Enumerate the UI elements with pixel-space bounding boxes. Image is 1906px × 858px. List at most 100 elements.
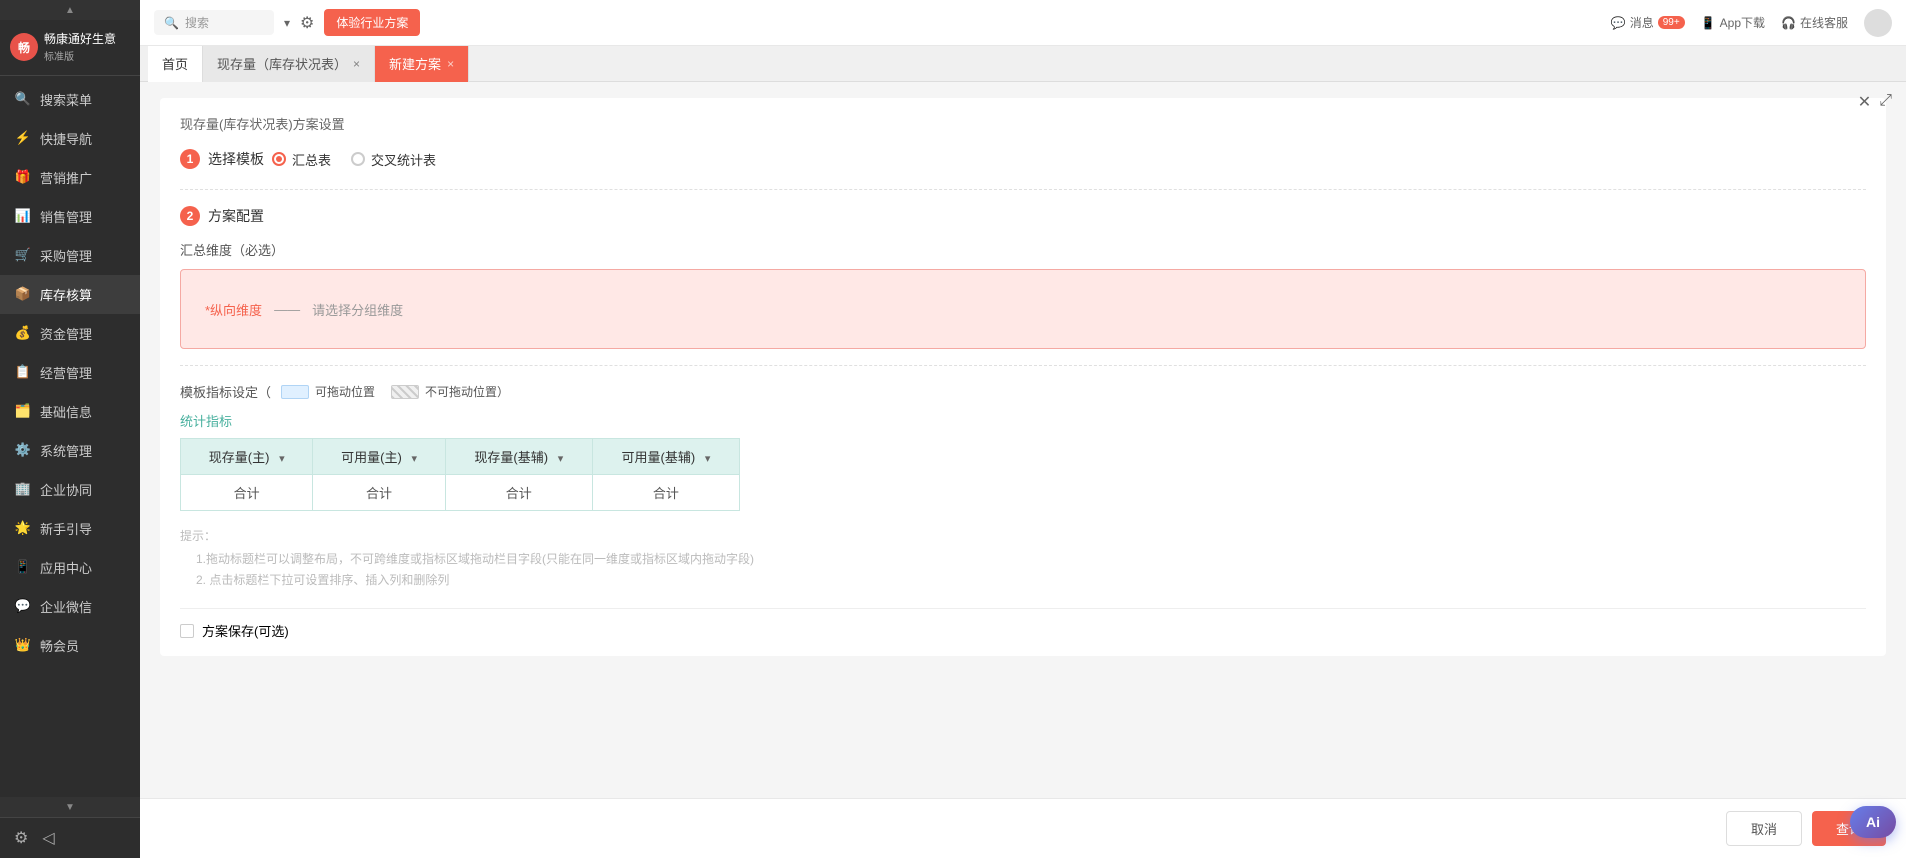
quick-nav-icon: ⚡ (14, 129, 32, 147)
legend-fixed-label: 不可拖动位置） (425, 383, 509, 400)
gear-icon[interactable]: ⚙ (300, 13, 314, 33)
sidebar-item-search-menu[interactable]: 🔍 搜索菜单 (0, 80, 140, 119)
tab-new-scheme[interactable]: 新建方案 × (375, 46, 469, 82)
volume-icon[interactable]: ◁ (42, 828, 54, 848)
sidebar-item-operations[interactable]: 📋 经营管理 (0, 353, 140, 392)
col-chevron-3[interactable]: ▾ (558, 453, 564, 465)
save-label: 方案保存(可选) (202, 621, 289, 640)
tab-inventory-label: 现存量（库存状况表） (217, 54, 347, 73)
dimension-placeholder[interactable]: 请选择分组维度 (312, 300, 403, 319)
radio-cross[interactable]: 交叉统计表 (351, 150, 436, 169)
marketing-icon: 🎁 (14, 168, 32, 186)
top-search[interactable]: 🔍 搜索 (154, 10, 274, 35)
cancel-button[interactable]: 取消 (1726, 811, 1802, 846)
indicator-label: 模板指标设定（ 可拖动位置 不可拖动位置） (180, 382, 1866, 401)
newbie-icon: 🌟 (14, 519, 32, 537)
finance-icon: 💰 (14, 324, 32, 342)
col-header-4[interactable]: 可用量(基辅) ▾ (592, 439, 739, 475)
sidebar-item-purchase[interactable]: 🛒 采购管理 (0, 236, 140, 275)
step2-header: 2 方案配置 (180, 206, 1866, 226)
tab-inventory-close[interactable]: × (353, 57, 360, 71)
top-header: 🔍 搜索 ▾ ⚙ 体验行业方案 💬 消息 99+ 📱 App下载 🎧 在线客服 (140, 0, 1906, 46)
radio-summary-circle (272, 152, 286, 166)
tab-home[interactable]: 首页 (148, 46, 203, 82)
sidebar-item-sales[interactable]: 📊 销售管理 (0, 197, 140, 236)
bottom-bar: 取消 查询 (140, 798, 1906, 858)
indicator-section: 模板指标设定（ 可拖动位置 不可拖动位置） (180, 382, 1866, 511)
app-center-icon: 📱 (14, 558, 32, 576)
app-download-icon: 📱 (1701, 16, 1716, 30)
online-service-action[interactable]: 🎧 在线客服 (1781, 14, 1848, 31)
search-icon: 🔍 (164, 16, 179, 30)
legend-movable-box (281, 385, 309, 399)
sidebar-item-system[interactable]: ⚙️ 系统管理 (0, 431, 140, 470)
sidebar-item-app-center[interactable]: 📱 应用中心 (0, 548, 140, 587)
system-icon: ⚙️ (14, 441, 32, 459)
save-row: 方案保存(可选) (180, 608, 1866, 640)
tip-2: 2. 点击标题栏下拉可设置排序、插入列和删除列 (180, 571, 1866, 588)
close-modal-icon[interactable]: ✕ (1858, 92, 1871, 112)
header-left: 🔍 搜索 ▾ ⚙ 体验行业方案 (154, 9, 420, 36)
logo-icon: 畅 (10, 33, 38, 61)
app-download-action[interactable]: 📱 App下载 (1701, 14, 1765, 31)
sidebar-bottom: ⚙ ◁ (0, 817, 140, 858)
user-avatar[interactable] (1864, 9, 1892, 37)
message-action[interactable]: 💬 消息 99+ (1611, 14, 1685, 31)
radio-cross-circle (351, 152, 365, 166)
cell-1-2: 合计 (313, 475, 445, 511)
sidebar-scroll-up[interactable]: ▲ (0, 0, 140, 20)
radio-summary[interactable]: 汇总表 (272, 150, 331, 169)
legend-movable: 可拖动位置 (281, 383, 375, 400)
sidebar-item-finance[interactable]: 💰 资金管理 (0, 314, 140, 353)
divider-2 (180, 365, 1866, 366)
trial-btn[interactable]: 体验行业方案 (324, 9, 420, 36)
dimension-required: *纵向维度 (205, 300, 262, 319)
modal-controls: ✕ ⤢ (1858, 92, 1892, 112)
stats-label: 统计指标 (180, 411, 1866, 430)
logo-text: 畅康通好生意 标准版 (44, 32, 116, 63)
settings-icon[interactable]: ⚙ (14, 828, 28, 848)
operations-icon: 📋 (14, 363, 32, 381)
expand-modal-icon[interactable]: ⤢ (1879, 92, 1892, 112)
step1-title: 选择模板 (208, 149, 264, 169)
tab-home-label: 首页 (162, 54, 188, 73)
ai-fab-button[interactable]: Ai (1850, 806, 1896, 838)
divider-1 (180, 189, 1866, 190)
tab-new-scheme-close[interactable]: × (447, 57, 454, 71)
message-label: 消息 (1630, 14, 1654, 31)
template-radio-group: 汇总表 交叉统计表 (272, 150, 436, 169)
step2-badge: 2 (180, 206, 200, 226)
col-chevron-1[interactable]: ▾ (279, 453, 285, 465)
sidebar-scroll-down[interactable]: ▼ (0, 797, 140, 817)
tips-section: 提示： 1.拖动标题栏可以调整布局，不可跨维度或指标区域拖动栏目字段(只能在同一… (180, 527, 1866, 588)
radio-summary-label: 汇总表 (292, 150, 331, 169)
sidebar-item-marketing[interactable]: 🎁 营销推广 (0, 158, 140, 197)
col-header-2[interactable]: 可用量(主) ▾ (313, 439, 445, 475)
col-chevron-2[interactable]: ▾ (411, 453, 417, 465)
sidebar-item-inventory[interactable]: 📦 库存核算 (0, 275, 140, 314)
col-header-1[interactable]: 现存量(主) ▾ (181, 439, 313, 475)
sidebar-nav: 🔍 搜索菜单 ⚡ 快捷导航 🎁 营销推广 📊 销售管理 🛒 采购管理 📦 库存核… (0, 76, 140, 797)
sidebar-item-enterprise[interactable]: 🏢 企业协同 (0, 470, 140, 509)
sidebar-item-vip[interactable]: 👑 畅会员 (0, 626, 140, 665)
col-header-3[interactable]: 现存量(基辅) ▾ (445, 439, 592, 475)
dimension-box: *纵向维度 —— 请选择分组维度 (180, 269, 1866, 349)
cell-1-1: 合计 (181, 475, 313, 511)
sidebar-item-newbie[interactable]: 🌟 新手引导 (0, 509, 140, 548)
sidebar-item-quick-nav[interactable]: ⚡ 快捷导航 (0, 119, 140, 158)
step1-badge: 1 (180, 149, 200, 169)
sidebar-item-base-info[interactable]: 🗂️ 基础信息 (0, 392, 140, 431)
col-chevron-4[interactable]: ▾ (705, 453, 711, 465)
inventory-icon: 📦 (14, 285, 32, 303)
message-icon: 💬 (1611, 16, 1626, 30)
tab-new-scheme-label: 新建方案 (389, 54, 441, 73)
legend-movable-label: 可拖动位置 (315, 383, 375, 400)
save-checkbox[interactable] (180, 624, 194, 638)
sidebar-item-wechat[interactable]: 💬 企业微信 (0, 587, 140, 626)
header-dropdown[interactable]: ▾ (284, 16, 290, 30)
purchase-icon: 🛒 (14, 246, 32, 264)
search-placeholder: 搜索 (185, 14, 209, 31)
tab-inventory-status[interactable]: 现存量（库存状况表） × (203, 46, 375, 82)
headset-icon: 🎧 (1781, 16, 1796, 30)
panel-title: 现存量(库存状况表)方案设置 (180, 114, 1866, 133)
